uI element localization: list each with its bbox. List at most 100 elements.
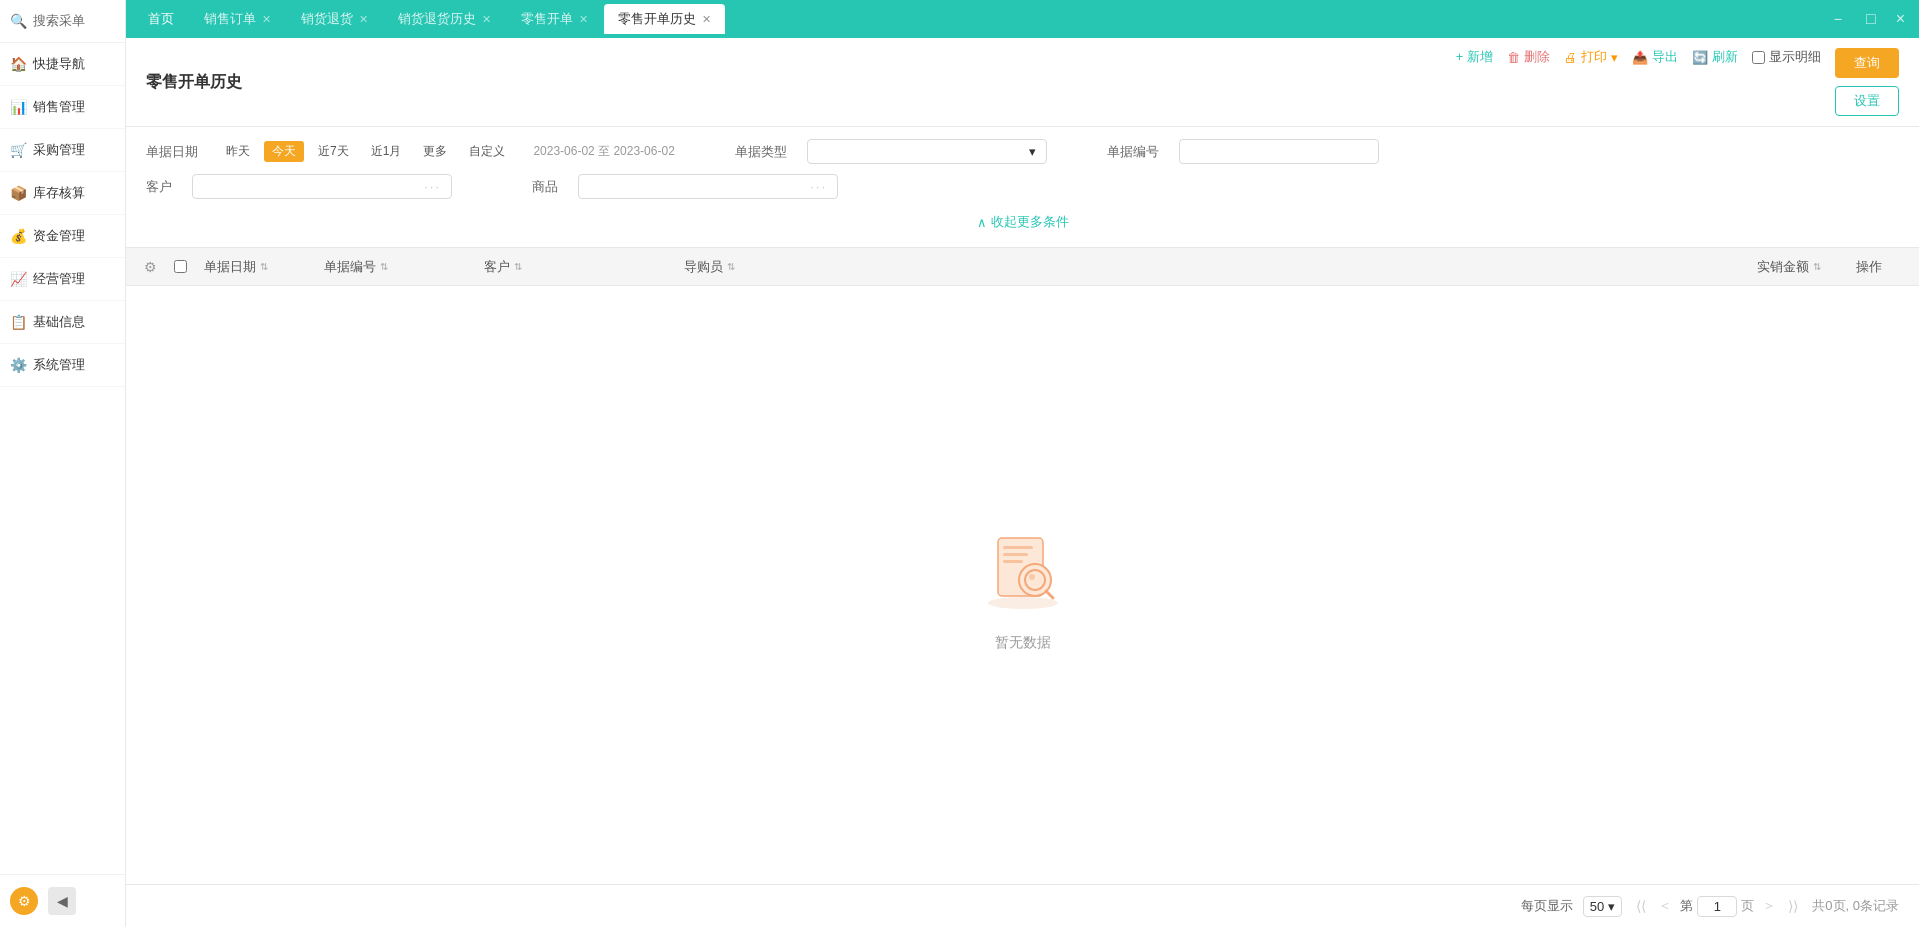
date-pill-more[interactable]: 更多 [415,141,455,162]
sidebar-collapse-button[interactable]: ◀ [48,887,76,915]
tab-sales-return-history[interactable]: 销货退货历史 ✕ [384,4,505,34]
sidebar-item-ops-mgmt[interactable]: 📈 经营管理 [0,258,125,301]
refresh-label: 刷新 [1712,48,1738,66]
empty-state: 暂无数据 [126,286,1919,884]
date-pill-1month[interactable]: 近1月 [363,141,410,162]
ops-icon: 📈 [10,271,27,287]
tab-retail-open[interactable]: 零售开单 ✕ [507,4,602,34]
type-select[interactable]: ▾ [807,139,1047,164]
sidebar-item-label: 经营管理 [33,270,85,288]
goods-input[interactable]: ··· [578,174,838,199]
sort-icon[interactable]: ⇅ [1813,261,1821,272]
sidebar-item-label: 系统管理 [33,356,85,374]
tab-close-icon[interactable]: ✕ [359,13,368,26]
page-title: 零售开单历史 [146,72,242,93]
page-label: 页 [1741,897,1754,915]
print-button[interactable]: 🖨 打印 ▾ [1564,48,1618,66]
column-settings-button[interactable]: ⚙ [136,259,166,275]
sidebar-item-sys-mgmt[interactable]: ⚙️ 系统管理 [0,344,125,387]
settings-button[interactable]: 设置 [1835,86,1899,116]
tab-close-icon[interactable]: ✕ [262,13,271,26]
tab-close-icon[interactable]: ✕ [579,13,588,26]
export-icon: 📤 [1632,50,1648,65]
page-size-select[interactable]: 50 ▾ [1583,896,1622,917]
svg-rect-4 [1003,560,1023,563]
col-guide[interactable]: 导购员 ⇅ [676,258,796,276]
delete-label: 删除 [1524,48,1550,66]
close-button[interactable]: × [1890,8,1911,30]
svg-point-0 [988,597,1058,609]
col-date-label: 单据日期 [204,258,256,276]
sidebar-item-label: 采购管理 [33,141,85,159]
toolbar-right: + 新增 🗑 删除 🖨 打印 ▾ 📤 导出 🔄 刷新 [1456,48,1899,116]
sort-icon[interactable]: ⇅ [380,261,388,272]
first-page-button[interactable]: ⟨⟨ [1632,896,1650,916]
page-nav: ⟨⟨ ＜ 第 页 ＞ ⟩⟩ [1632,895,1802,917]
collapse-label: 收起更多条件 [991,213,1069,231]
col-amount-label: 实销金额 [1757,258,1809,276]
next-page-button[interactable]: ＞ [1758,895,1780,917]
sidebar-bottom: ⚙ ◀ [0,874,125,927]
sort-icon[interactable]: ⇅ [727,261,735,272]
minimize-button[interactable]: － [1824,7,1852,32]
trash-icon: 🗑 [1507,50,1520,65]
sort-icon[interactable]: ⇅ [260,261,268,272]
sidebar-item-basic-info[interactable]: 📋 基础信息 [0,301,125,344]
last-page-button[interactable]: ⟩⟩ [1784,896,1802,916]
export-button[interactable]: 📤 导出 [1632,48,1678,66]
page-label-first: 第 [1680,897,1693,915]
sidebar: 🔍 搜索采单 🏠 快捷导航 📊 销售管理 🛒 采购管理 📦 库存核算 💰 资金管… [0,0,126,927]
type-label: 单据类型 [735,143,787,161]
chevron-up-icon: ∧ [977,215,987,230]
col-customer[interactable]: 客户 ⇅ [476,258,676,276]
svg-line-7 [1046,591,1053,598]
tab-close-icon[interactable]: ✕ [702,13,711,26]
tab-retail-open-history[interactable]: 零售开单历史 ✕ [604,4,725,34]
filter-area: 单据日期 昨天 今天 近7天 近1月 更多 自定义 2023-06-02 至 2… [126,127,1919,248]
col-amount[interactable]: 实销金额 ⇅ [1729,258,1829,276]
goods-label: 商品 [532,178,558,196]
no-input[interactable] [1179,139,1379,164]
query-button[interactable]: 查询 [1835,48,1899,78]
sidebar-item-label: 库存核算 [33,184,85,202]
current-page-input[interactable] [1697,896,1737,917]
date-range: 2023-06-02 至 2023-06-02 [533,143,674,160]
print-dropdown-icon[interactable]: ▾ [1611,50,1618,65]
empty-illustration [973,518,1073,618]
sidebar-item-finance[interactable]: 💰 资金管理 [0,215,125,258]
sidebar-search[interactable]: 🔍 搜索采单 [0,0,125,43]
date-pill-custom[interactable]: 自定义 [461,141,513,162]
date-pill-7days[interactable]: 近7天 [310,141,357,162]
show-detail-checkbox[interactable] [1752,51,1765,64]
customer-input[interactable]: ··· [192,174,452,199]
date-label: 单据日期 [146,143,198,161]
filter-row-2: 客户 ··· 商品 ··· [146,174,1899,199]
select-all-checkbox[interactable] [166,260,196,273]
tab-bar: 首页 销售订单 ✕ 销货退货 ✕ 销货退货历史 ✕ 零售开单 ✕ 零售开单历史 … [126,0,1919,38]
show-detail-toggle[interactable]: 显示明细 [1752,48,1821,66]
tab-close-icon[interactable]: ✕ [482,13,491,26]
tab-sales-return[interactable]: 销货退货 ✕ [287,4,382,34]
sidebar-item-purchase-mgmt[interactable]: 🛒 采购管理 [0,129,125,172]
sort-icon[interactable]: ⇅ [514,261,522,272]
col-no[interactable]: 单据编号 ⇅ [316,258,476,276]
prev-page-button[interactable]: ＜ [1654,895,1676,917]
date-pill-today[interactable]: 今天 [264,141,304,162]
settings-button[interactable]: ⚙ [10,887,38,915]
sidebar-item-sales-mgmt[interactable]: 📊 销售管理 [0,86,125,129]
collapse-filter-button[interactable]: ∧ 收起更多条件 [146,209,1899,235]
add-button[interactable]: + 新增 [1456,48,1493,66]
tab-sales-order[interactable]: 销售订单 ✕ [190,4,285,34]
col-no-label: 单据编号 [324,258,376,276]
sidebar-item-inventory[interactable]: 📦 库存核算 [0,172,125,215]
page-size-label: 每页显示 [1521,897,1573,915]
tab-home[interactable]: 首页 [134,4,188,34]
sidebar-item-label: 资金管理 [33,227,85,245]
customer-label: 客户 [146,178,172,196]
refresh-button[interactable]: 🔄 刷新 [1692,48,1738,66]
date-pill-yesterday[interactable]: 昨天 [218,141,258,162]
sidebar-item-quick-nav[interactable]: 🏠 快捷导航 [0,43,125,86]
delete-button[interactable]: 🗑 删除 [1507,48,1550,66]
maximize-button[interactable]: □ [1860,8,1882,30]
col-date[interactable]: 单据日期 ⇅ [196,258,316,276]
